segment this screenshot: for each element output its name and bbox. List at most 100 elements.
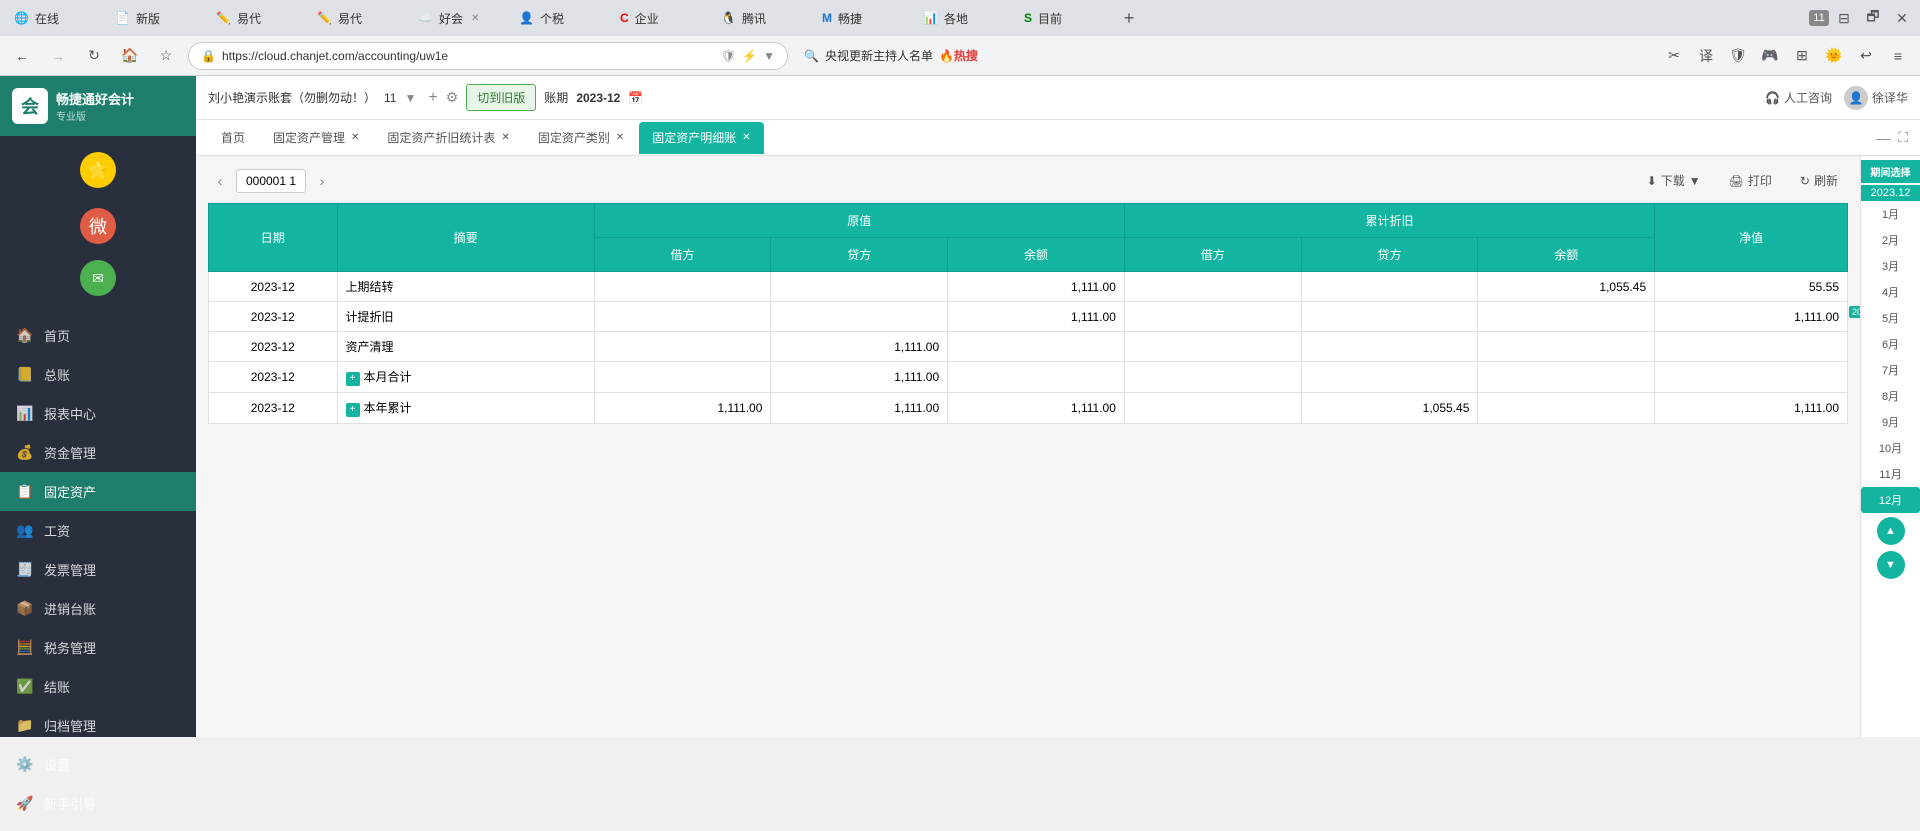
sidebar-item-general-ledger[interactable]: 📒 总账 (0, 355, 196, 394)
flash-icon: ⚡ (742, 49, 757, 63)
period-month-11[interactable]: 11月 (1861, 461, 1920, 487)
mail-quick-btn[interactable]: ✉ (80, 260, 116, 296)
shield2-icon[interactable]: 🛡 (1724, 42, 1752, 70)
tab-fixed-asset-management-close[interactable]: ✕ (351, 132, 359, 143)
sidebar-item-sales-ledger[interactable]: 📦 进销台账 (0, 589, 196, 628)
browser-tab-changjie[interactable]: M 畅捷 (812, 3, 912, 33)
sidebar-label-settings: 设置 (44, 755, 70, 774)
sidebar-item-settings[interactable]: ⚙️ 设置 (0, 745, 196, 784)
tab-asset-category-close[interactable]: ✕ (616, 132, 624, 143)
history-back-icon[interactable]: ↩ (1852, 42, 1880, 70)
refresh-btn[interactable]: ↻ 刷新 (1790, 168, 1848, 193)
sidebar-item-tax[interactable]: 🧮 税务管理 (0, 628, 196, 667)
download-btn[interactable]: ⬇ 下载 ▼ (1637, 168, 1711, 193)
account-count: 11 (384, 91, 396, 105)
period-scroll-up[interactable]: ▲ (1877, 517, 1905, 545)
browser-tab-new[interactable]: 📄 新版 (105, 3, 205, 33)
print-btn[interactable]: 🖨 打印 (1719, 168, 1782, 193)
period-month-7[interactable]: 7月 (1861, 357, 1920, 383)
page-tabs: 首页 固定资产管理 ✕ 固定资产折旧统计表 ✕ 固定资产类别 ✕ 固定资产明细账… (196, 120, 1920, 156)
new-tab-btn[interactable]: + (1115, 4, 1143, 32)
bookmark-btn[interactable]: ☆ (152, 42, 180, 70)
sidebar-item-payroll[interactable]: 👥 工资 (0, 511, 196, 550)
period-scroll-down[interactable]: ▼ (1877, 551, 1905, 579)
page-input[interactable]: 000001 1 (236, 169, 306, 193)
search-bar[interactable]: 🔍 央视更新主持人名单 🔥热搜 (804, 47, 978, 64)
yidai2-favicon: ✏️ (317, 11, 332, 25)
grid-icon[interactable]: ⊞ (1788, 42, 1816, 70)
sidebar-item-reports[interactable]: 📊 报表中心 (0, 394, 196, 433)
browser-tab-online[interactable]: 🌐 在线 (4, 3, 104, 33)
next-page-btn[interactable]: › (310, 169, 334, 193)
star-quick-btn[interactable]: ⭐ (80, 152, 116, 188)
muqian-label: 目前 (1038, 10, 1062, 27)
period-month-4[interactable]: 4月 (1861, 279, 1920, 305)
period-month-5[interactable]: 5月 (1861, 305, 1920, 331)
tab-asset-detail-ledger[interactable]: 固定资产明细账 ✕ (639, 122, 763, 154)
theme-icon[interactable]: 🌞 (1820, 42, 1848, 70)
sidebar-item-closing[interactable]: ✅ 结账 (0, 667, 196, 706)
weibo-quick-btn[interactable]: 微 (80, 208, 116, 244)
sidebar-item-home[interactable]: 🏠 首页 (0, 316, 196, 355)
tab-home[interactable]: 首页 (208, 122, 258, 154)
scissors-icon[interactable]: ✂ (1660, 42, 1688, 70)
dropdown-icon[interactable]: ▼ (404, 91, 416, 105)
sidebar-item-fixed-assets[interactable]: 📋 固定资产 (0, 472, 196, 511)
browser-restore-btn[interactable]: 🗗 (1859, 4, 1887, 32)
browser-close-btn[interactable]: ✕ (1888, 4, 1916, 32)
period-month-3[interactable]: 3月 (1861, 253, 1920, 279)
tab-fixed-asset-management[interactable]: 固定资产管理 ✕ (260, 122, 372, 154)
period-month-1[interactable]: 1月 (1861, 201, 1920, 227)
switch-version-btn[interactable]: 切到旧版 (466, 84, 536, 111)
expand-tab-btn[interactable]: ⛶ (1898, 129, 1908, 146)
prev-page-btn[interactable]: ‹ (208, 169, 232, 193)
browser-tab-yidai2[interactable]: ✏️ 易代 (307, 3, 407, 33)
settings-small-btn[interactable]: ⚙ (446, 89, 459, 106)
sidebar-label-reports: 报表中心 (44, 404, 96, 423)
print-icon: 🖨 (1729, 174, 1744, 188)
browser-tab-tengxun[interactable]: 🐧 腾讯 (711, 3, 811, 33)
forward-btn[interactable]: → (44, 42, 72, 70)
row4-orig-credit: 1,111.00 (771, 362, 948, 393)
tab-depreciation-stats-close[interactable]: ✕ (501, 132, 509, 143)
browser-tab-yidai1[interactable]: ✏️ 易代 (206, 3, 306, 33)
tab-asset-category[interactable]: 固定资产类别 ✕ (525, 122, 637, 154)
minimize-tab-btn[interactable]: — (1876, 130, 1890, 146)
browser-tab-haohui[interactable]: ☁️ 好会 ✕ (408, 3, 508, 33)
browser-tab-geshui[interactable]: 👤 个税 (509, 3, 609, 33)
support-btn[interactable]: 🎧 人工咨询 (1765, 89, 1832, 106)
period-month-12[interactable]: 12月 (1861, 487, 1920, 513)
reload-btn[interactable]: ↻ (80, 42, 108, 70)
sidebar-label-invoice: 发票管理 (44, 560, 96, 579)
tab-depreciation-stats[interactable]: 固定资产折旧统计表 ✕ (374, 122, 522, 154)
tab-count-badge[interactable]: 11 (1809, 10, 1829, 26)
url-box[interactable]: 🔒 https://cloud.chanjet.com/accounting/u… (188, 42, 788, 70)
period-month-10[interactable]: 10月 (1861, 435, 1920, 461)
game-icon[interactable]: 🎮 (1756, 42, 1784, 70)
sidebar-item-funds[interactable]: 💰 资金管理 (0, 433, 196, 472)
browser-menu-btn[interactable]: ⊟ (1830, 4, 1858, 32)
browser-tab-gedi[interactable]: 📊 各地 (913, 3, 1013, 33)
toolbar-row: ‹ 000001 1 › ⬇ 下载 ▼ 🖨 (208, 168, 1848, 193)
haohui-close[interactable]: ✕ (469, 11, 481, 26)
calendar-icon[interactable]: 📅 (628, 91, 643, 105)
more-icon[interactable]: ≡ (1884, 42, 1912, 70)
tab-asset-detail-ledger-close[interactable]: ✕ (742, 132, 750, 143)
period-month-8[interactable]: 8月 (1861, 383, 1920, 409)
download-dropdown-icon: ▼ (1689, 174, 1701, 188)
print-label: 打印 (1748, 172, 1772, 189)
period-month-6[interactable]: 6月 (1861, 331, 1920, 357)
browser-tab-muqian[interactable]: S 目前 (1014, 3, 1114, 33)
period-month-9[interactable]: 9月 (1861, 409, 1920, 435)
translate-icon[interactable]: 译 (1692, 42, 1720, 70)
add-account-btn[interactable]: + (428, 89, 437, 107)
sidebar-item-archive[interactable]: 📁 归档管理 (0, 706, 196, 745)
back-btn[interactable]: ← (8, 42, 36, 70)
period-month-2[interactable]: 2月 (1861, 227, 1920, 253)
user-info[interactable]: 👤 徐译华 (1844, 86, 1908, 110)
home-btn[interactable]: 🏠 (116, 42, 144, 70)
sidebar-item-invoice[interactable]: 🧾 发票管理 (0, 550, 196, 589)
browser-tab-qiye[interactable]: C 企业 (610, 3, 710, 33)
page-display: 000001 1 (246, 174, 296, 188)
sidebar-item-guide[interactable]: 🚀 新手引导 (0, 784, 196, 823)
